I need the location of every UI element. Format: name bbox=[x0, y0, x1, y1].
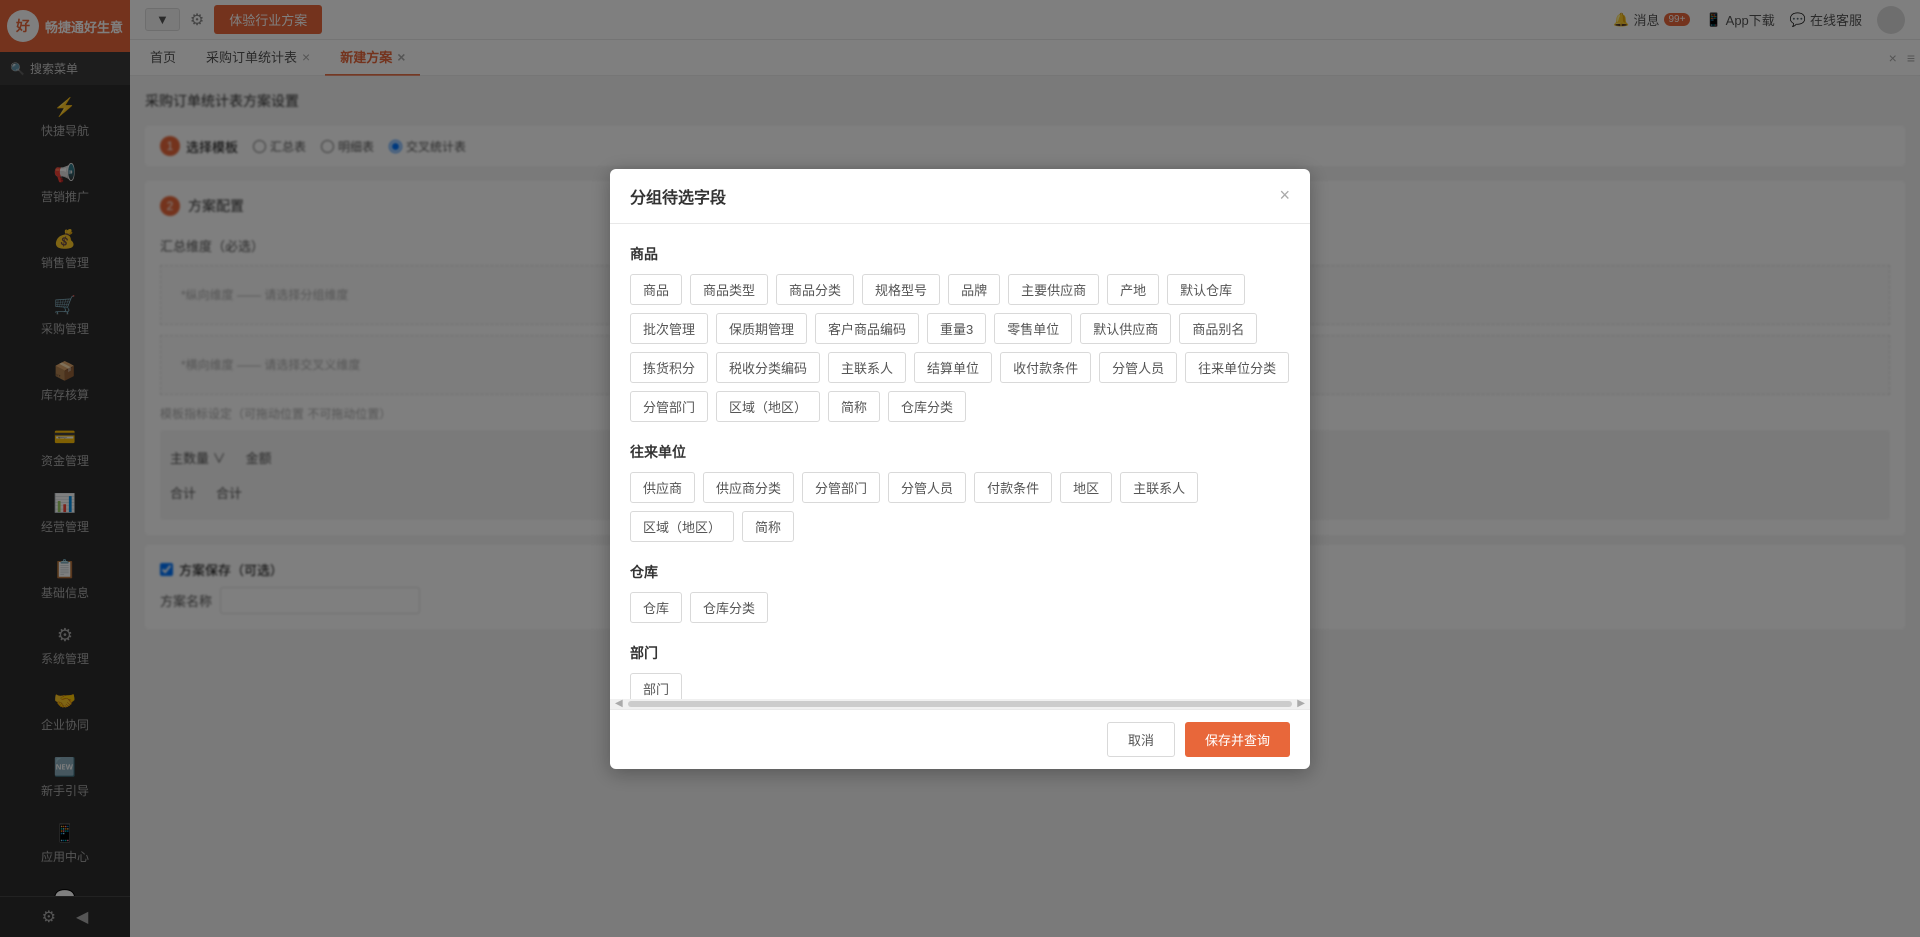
field-tag-p10[interactable]: 保质期管理 bbox=[716, 313, 807, 344]
field-tag-w2[interactable]: 仓库分类 bbox=[690, 592, 768, 623]
field-tag-pp3[interactable]: 分管部门 bbox=[802, 472, 880, 503]
field-group-product-title: 商品 bbox=[630, 244, 1290, 264]
modal-overlay: 分组待选字段 × 商品 商品 商品类型 商品分类 规格型号 品牌 主要供应商 产… bbox=[0, 0, 1920, 937]
field-tag-p21[interactable]: 分管人员 bbox=[1099, 352, 1177, 383]
field-tag-pp4[interactable]: 分管人员 bbox=[888, 472, 966, 503]
field-tags-product: 商品 商品类型 商品分类 规格型号 品牌 主要供应商 产地 默认仓库 批次管理 … bbox=[630, 274, 1290, 422]
field-tag-pp6[interactable]: 地区 bbox=[1060, 472, 1112, 503]
modal-title: 分组待选字段 bbox=[630, 184, 726, 208]
field-tag-w1[interactable]: 仓库 bbox=[630, 592, 682, 623]
field-tag-p17[interactable]: 税收分类编码 bbox=[716, 352, 820, 383]
field-tag-p19[interactable]: 结算单位 bbox=[914, 352, 992, 383]
field-group-partner-title: 往来单位 bbox=[630, 442, 1290, 462]
field-tag-p11[interactable]: 客户商品编码 bbox=[815, 313, 919, 344]
field-tag-p26[interactable]: 仓库分类 bbox=[888, 391, 966, 422]
field-group-department-title: 部门 bbox=[630, 643, 1290, 663]
field-tag-p3[interactable]: 商品分类 bbox=[776, 274, 854, 305]
field-tag-p1[interactable]: 商品 bbox=[630, 274, 682, 305]
field-tag-p24[interactable]: 区域（地区） bbox=[716, 391, 820, 422]
field-tag-p2[interactable]: 商品类型 bbox=[690, 274, 768, 305]
field-tag-pp2[interactable]: 供应商分类 bbox=[703, 472, 794, 503]
field-tag-p22[interactable]: 往来单位分类 bbox=[1185, 352, 1289, 383]
field-tag-p14[interactable]: 默认供应商 bbox=[1080, 313, 1171, 344]
field-tag-pp7[interactable]: 主联系人 bbox=[1120, 472, 1198, 503]
modal-body: 商品 商品 商品类型 商品分类 规格型号 品牌 主要供应商 产地 默认仓库 批次… bbox=[610, 224, 1310, 699]
field-tag-p6[interactable]: 主要供应商 bbox=[1008, 274, 1099, 305]
field-tag-p5[interactable]: 品牌 bbox=[948, 274, 1000, 305]
field-group-partner: 往来单位 供应商 供应商分类 分管部门 分管人员 付款条件 地区 主联系人 区域… bbox=[630, 442, 1290, 542]
cancel-button[interactable]: 取消 bbox=[1107, 722, 1175, 757]
field-tag-p7[interactable]: 产地 bbox=[1107, 274, 1159, 305]
field-tag-p25[interactable]: 简称 bbox=[828, 391, 880, 422]
field-group-department: 部门 部门 bbox=[630, 643, 1290, 699]
hscroll-left-arrow[interactable]: ◀ bbox=[615, 698, 623, 709]
field-select-modal: 分组待选字段 × 商品 商品 商品类型 商品分类 规格型号 品牌 主要供应商 产… bbox=[610, 169, 1310, 769]
field-tags-department: 部门 bbox=[630, 673, 1290, 699]
field-tag-p16[interactable]: 拣货积分 bbox=[630, 352, 708, 383]
field-tag-p13[interactable]: 零售单位 bbox=[994, 313, 1072, 344]
field-group-warehouse: 仓库 仓库 仓库分类 bbox=[630, 562, 1290, 623]
confirm-button[interactable]: 保存并查询 bbox=[1185, 722, 1290, 757]
field-tag-pp9[interactable]: 简称 bbox=[742, 511, 794, 542]
field-group-product: 商品 商品 商品类型 商品分类 规格型号 品牌 主要供应商 产地 默认仓库 批次… bbox=[630, 244, 1290, 422]
field-tag-p12[interactable]: 重量3 bbox=[927, 313, 986, 344]
field-tag-p18[interactable]: 主联系人 bbox=[828, 352, 906, 383]
field-tag-p15[interactable]: 商品别名 bbox=[1179, 313, 1257, 344]
hscroll-right-arrow[interactable]: ▶ bbox=[1297, 698, 1305, 709]
field-group-warehouse-title: 仓库 bbox=[630, 562, 1290, 582]
field-tag-d1[interactable]: 部门 bbox=[630, 673, 682, 699]
hscroll-thumb[interactable] bbox=[628, 701, 1293, 707]
field-tag-p23[interactable]: 分管部门 bbox=[630, 391, 708, 422]
field-tags-warehouse: 仓库 仓库分类 bbox=[630, 592, 1290, 623]
field-tag-p9[interactable]: 批次管理 bbox=[630, 313, 708, 344]
modal-horizontal-scrollbar[interactable]: ◀ ▶ bbox=[610, 699, 1310, 709]
field-tag-p8[interactable]: 默认仓库 bbox=[1167, 274, 1245, 305]
modal-footer: 取消 保存并查询 bbox=[610, 709, 1310, 769]
field-tag-p4[interactable]: 规格型号 bbox=[862, 274, 940, 305]
modal-header: 分组待选字段 × bbox=[610, 169, 1310, 224]
field-tag-pp1[interactable]: 供应商 bbox=[630, 472, 695, 503]
field-tag-p20[interactable]: 收付款条件 bbox=[1000, 352, 1091, 383]
field-tags-partner: 供应商 供应商分类 分管部门 分管人员 付款条件 地区 主联系人 区域（地区） … bbox=[630, 472, 1290, 542]
field-tag-pp5[interactable]: 付款条件 bbox=[974, 472, 1052, 503]
field-tag-pp8[interactable]: 区域（地区） bbox=[630, 511, 734, 542]
modal-close-icon[interactable]: × bbox=[1279, 185, 1290, 206]
